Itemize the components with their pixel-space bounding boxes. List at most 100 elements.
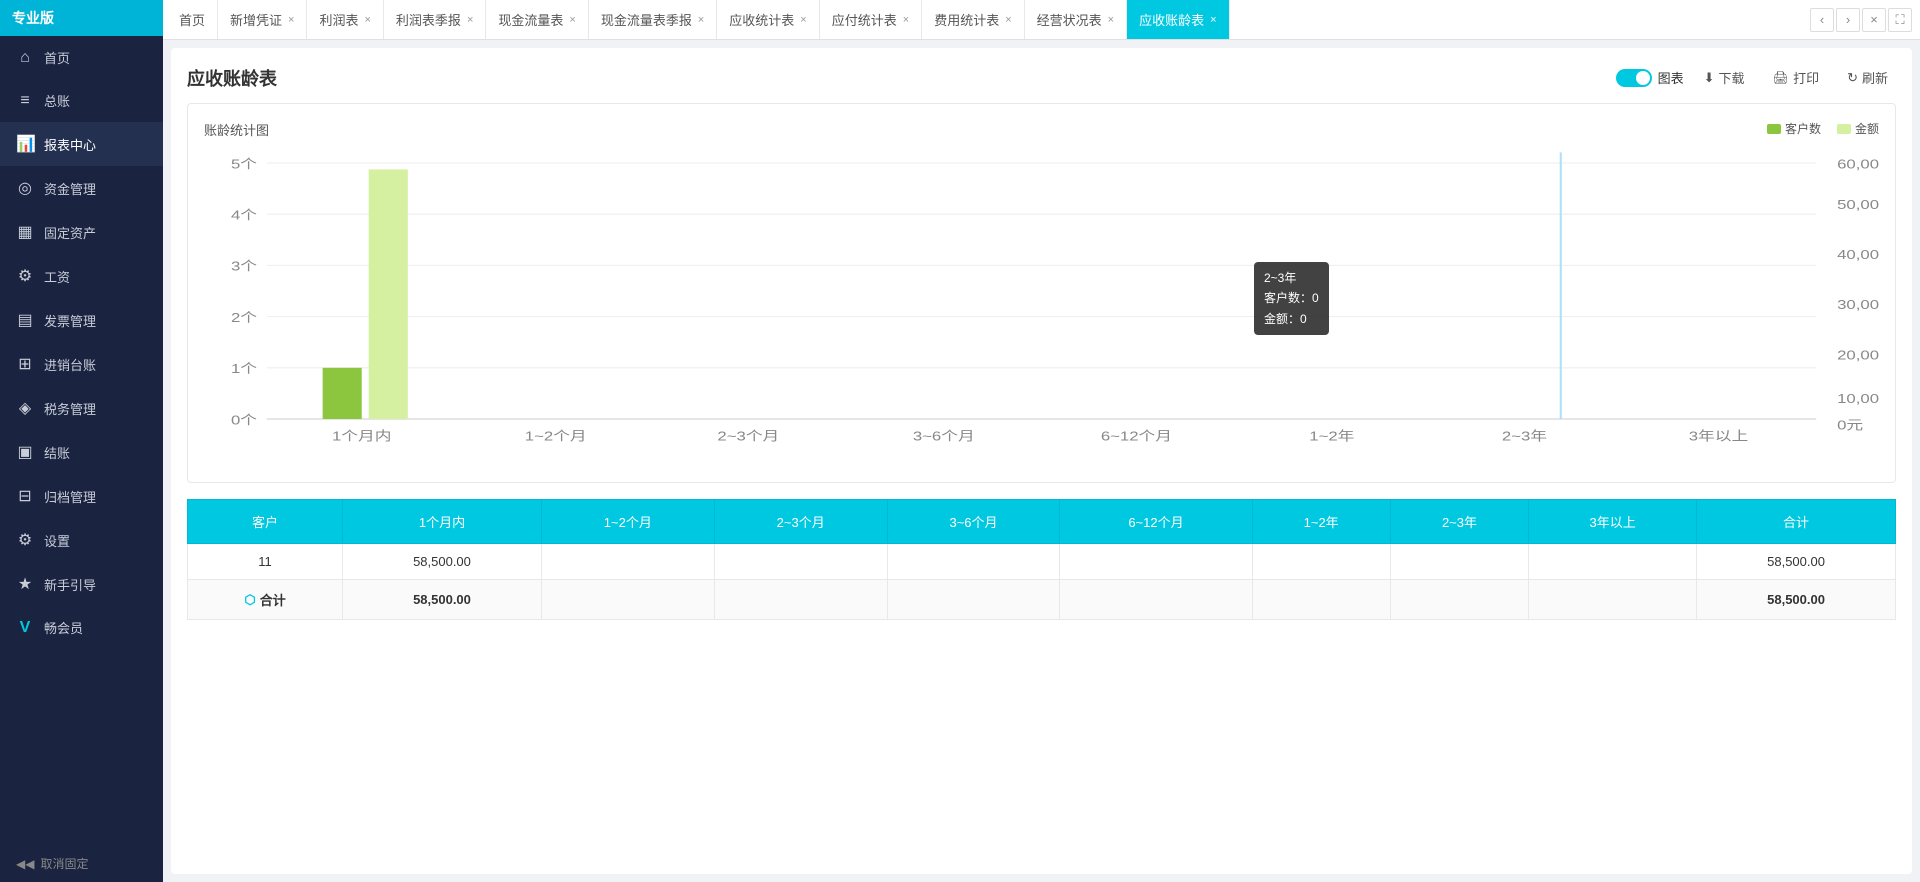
- svg-text:60,000.00元: 60,000.00元: [1837, 158, 1879, 172]
- table-header-row: 客户 1个月内 1~2个月 2~3个月 3~6个月 6~12个月 1~2年 2~…: [188, 500, 1896, 544]
- total-y3plus: [1529, 580, 1697, 620]
- home-icon: ⌂: [16, 49, 34, 67]
- bar-customers-0: [323, 368, 362, 419]
- chart-svg-wrapper: 5个 4个 3个 2个 1个 0个 60,000.00元 50,000.00元 …: [204, 147, 1879, 467]
- print-icon: 🖨: [1773, 70, 1790, 86]
- toggle-thumb: [1636, 71, 1650, 85]
- salary-icon: ⚙: [16, 266, 34, 286]
- tax-icon: ◈: [16, 398, 34, 418]
- tab-profit-close[interactable]: ×: [364, 14, 370, 26]
- tab-voucher-close[interactable]: ×: [288, 14, 294, 26]
- col-m612: 6~12个月: [1060, 500, 1252, 544]
- tab-voucher[interactable]: 新增凭证 ×: [218, 0, 307, 40]
- toggle-label: 图表: [1658, 68, 1684, 87]
- tab-next-button[interactable]: ›: [1836, 8, 1860, 32]
- sidebar-item-close[interactable]: ▣ 结账: [0, 430, 163, 474]
- total-y23: [1390, 580, 1528, 620]
- tab-cashflow[interactable]: 现金流量表 ×: [486, 0, 588, 40]
- tab-aging-close[interactable]: ×: [1210, 14, 1216, 26]
- sidebar-item-inventory[interactable]: ⊞ 进销台账: [0, 342, 163, 386]
- legend-amount-color: [1837, 124, 1851, 134]
- settings-icon: ⚙: [16, 530, 34, 550]
- col-y3plus: 3年以上: [1529, 500, 1697, 544]
- svg-text:2个: 2个: [231, 311, 257, 326]
- sidebar-item-vip[interactable]: V 畅会员: [0, 606, 163, 649]
- table-total-row: ⬡ 合计 58,500.00 58,500.00: [188, 580, 1896, 620]
- svg-text:1~2个月: 1~2个月: [525, 429, 587, 444]
- cancel-pin-button[interactable]: ◀◀ 取消固定: [0, 845, 163, 882]
- sidebar-item-reports[interactable]: 📊 报表中心: [0, 122, 163, 166]
- close-accounts-icon: ▣: [16, 442, 34, 462]
- tab-home[interactable]: 首页: [167, 0, 218, 40]
- tab-receivable-stat-close[interactable]: ×: [800, 14, 806, 26]
- total-label-cell: ⬡ 合计: [188, 580, 343, 620]
- tab-operation-close[interactable]: ×: [1108, 14, 1114, 26]
- sidebar-item-home[interactable]: ⌂ 首页: [0, 36, 163, 79]
- tab-payable-stat-close[interactable]: ×: [903, 14, 909, 26]
- download-button[interactable]: ⬇ 下载: [1696, 64, 1753, 91]
- toggle-track[interactable]: [1616, 69, 1652, 87]
- table-row: 11 58,500.00 58,500.00: [188, 544, 1896, 580]
- tab-prev-button[interactable]: ‹: [1810, 8, 1834, 32]
- tab-profit-quarter[interactable]: 利润表季报 ×: [384, 0, 486, 40]
- col-customer: 客户: [188, 500, 343, 544]
- sidebar-item-salary[interactable]: ⚙ 工资: [0, 254, 163, 298]
- total-y12: [1252, 580, 1390, 620]
- svg-text:30,000.00元: 30,000.00元: [1837, 299, 1879, 313]
- page-content: 应收账龄表 图表 ⬇ 下载 🖨 打印 ↻ 刷新: [171, 48, 1912, 874]
- sidebar-item-invoice[interactable]: ▤ 发票管理: [0, 298, 163, 342]
- print-button[interactable]: 🖨 打印: [1765, 64, 1828, 91]
- reports-icon: 📊: [16, 134, 34, 154]
- cell-m36: [887, 544, 1060, 580]
- funds-icon: ◎: [16, 178, 34, 198]
- tab-expense-stat[interactable]: 费用统计表 ×: [922, 0, 1024, 40]
- tab-expand-button[interactable]: ⛶: [1888, 8, 1912, 32]
- cell-m612: [1060, 544, 1252, 580]
- cell-y3plus: [1529, 544, 1697, 580]
- tab-cashflow-close[interactable]: ×: [569, 14, 575, 26]
- tab-profit-quarter-close[interactable]: ×: [467, 14, 473, 26]
- total-m36: [887, 580, 1060, 620]
- total-sum: 58,500.00: [1697, 580, 1896, 620]
- sidebar-item-settings[interactable]: ⚙ 设置: [0, 518, 163, 562]
- chart-toggle[interactable]: 图表: [1616, 68, 1684, 87]
- col-m12: 1~2个月: [541, 500, 714, 544]
- refresh-button[interactable]: ↻ 刷新: [1839, 64, 1896, 91]
- svg-text:1~2年: 1~2年: [1309, 429, 1354, 444]
- total-m12: [541, 580, 714, 620]
- main-area: 首页 新增凭证 × 利润表 × 利润表季报 × 现金流量表 × 现金流量表季报 …: [163, 0, 1920, 882]
- svg-text:2~3年: 2~3年: [1502, 429, 1547, 444]
- svg-text:3个: 3个: [231, 260, 257, 275]
- tab-nav-buttons: ‹ › × ⛶: [1810, 8, 1916, 32]
- tab-profit[interactable]: 利润表 ×: [307, 0, 383, 40]
- sidebar-item-funds[interactable]: ◎ 资金管理: [0, 166, 163, 210]
- sidebar-item-ledger[interactable]: ≡ 总账: [0, 79, 163, 122]
- sidebar-item-assets[interactable]: ▦ 固定资产: [0, 210, 163, 254]
- sidebar-item-archive[interactable]: ⊟ 归档管理: [0, 474, 163, 518]
- col-y12: 1~2年: [1252, 500, 1390, 544]
- assets-icon: ▦: [16, 222, 34, 242]
- tab-operation[interactable]: 经营状况表 ×: [1025, 0, 1127, 40]
- sidebar-item-guide[interactable]: ★ 新手引导: [0, 562, 163, 606]
- total-m612: [1060, 580, 1252, 620]
- svg-text:3年以上: 3年以上: [1689, 429, 1749, 444]
- page-title: 应收账龄表: [187, 65, 1616, 91]
- sidebar: 专业版 ⌂ 首页 ≡ 总账 📊 报表中心 ◎ 资金管理 ▦ 固定资产 ⚙ 工资 …: [0, 0, 163, 882]
- tab-expense-stat-close[interactable]: ×: [1005, 14, 1011, 26]
- tab-aging[interactable]: 应收账龄表 ×: [1127, 0, 1229, 40]
- tab-close-all-button[interactable]: ×: [1862, 8, 1886, 32]
- tab-receivable-stat[interactable]: 应收统计表 ×: [717, 0, 819, 40]
- chart-legend: 客户数 金额: [1767, 120, 1879, 137]
- tab-bar: 首页 新增凭证 × 利润表 × 利润表季报 × 现金流量表 × 现金流量表季报 …: [163, 0, 1920, 40]
- sidebar-item-tax[interactable]: ◈ 税务管理: [0, 386, 163, 430]
- cell-m12: [541, 544, 714, 580]
- svg-text:50,000.00元: 50,000.00元: [1837, 199, 1879, 213]
- tab-cashflow-quarter[interactable]: 现金流量表季报 ×: [589, 0, 717, 40]
- tab-payable-stat[interactable]: 应付统计表 ×: [820, 0, 922, 40]
- svg-text:2~3个月: 2~3个月: [717, 429, 779, 444]
- svg-text:4个: 4个: [231, 208, 257, 223]
- tab-cashflow-quarter-close[interactable]: ×: [698, 14, 704, 26]
- data-table: 客户 1个月内 1~2个月 2~3个月 3~6个月 6~12个月 1~2年 2~…: [187, 499, 1896, 620]
- total-icon: ⬡: [244, 592, 255, 608]
- bar-amount-0: [369, 169, 408, 419]
